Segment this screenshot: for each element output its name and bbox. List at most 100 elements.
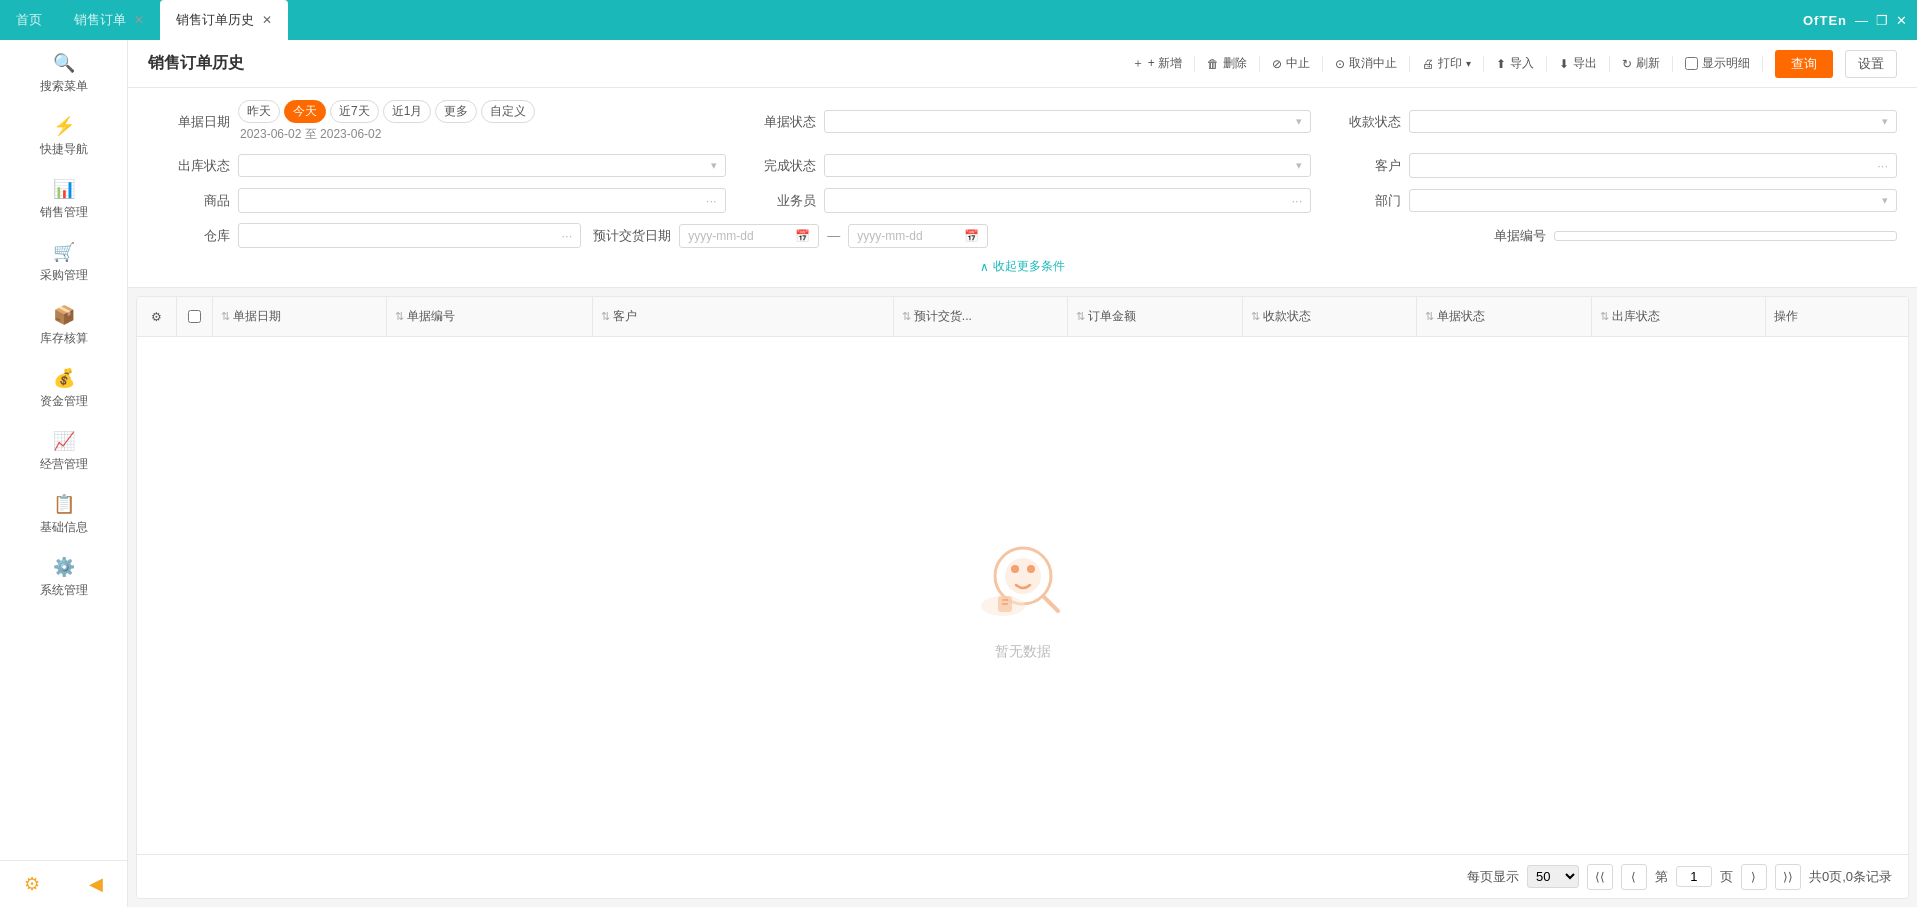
date-today-btn[interactable]: 今天 <box>284 100 326 123</box>
import-button[interactable]: ⬆ 导入 <box>1496 55 1534 72</box>
customer-dots[interactable]: ··· <box>1877 158 1888 173</box>
calendar-from-icon[interactable]: 📅 <box>795 229 810 243</box>
date-yesterday-btn[interactable]: 昨天 <box>238 100 280 123</box>
page-first-btn[interactable]: ⟨⟨ <box>1587 864 1613 890</box>
delete-button[interactable]: 🗑 删除 <box>1207 55 1247 72</box>
dept-filter-cell: 部门 ▾ <box>1319 188 1897 213</box>
goods-dots[interactable]: ··· <box>706 193 717 208</box>
salesperson-input[interactable]: ··· <box>824 188 1312 213</box>
sidebar-item-quick-nav[interactable]: ⚡ 快捷导航 <box>0 103 127 166</box>
tab-sales-order[interactable]: 销售订单 ✕ <box>58 0 160 40</box>
cancel-stop-label: 取消中止 <box>1349 55 1397 72</box>
sidebar-item-inventory[interactable]: 📦 库存核算 <box>0 292 127 355</box>
th-order[interactable]: ⇅ 单据状态 <box>1417 297 1591 336</box>
receipt-status-label: 收款状态 <box>1319 113 1409 131</box>
date-1month-btn[interactable]: 近1月 <box>383 100 432 123</box>
quick-nav-icon: ⚡ <box>53 115 75 137</box>
print-label: 打印 <box>1438 55 1462 72</box>
svg-point-3 <box>1011 565 1019 573</box>
customer-input[interactable]: ··· <box>1409 153 1897 178</box>
salesperson-dots[interactable]: ··· <box>1291 193 1302 208</box>
warehouse-dots[interactable]: ··· <box>561 228 572 243</box>
date-more-btn[interactable]: 更多 <box>435 100 477 123</box>
dept-select[interactable]: ▾ <box>1409 189 1897 212</box>
receipt-status-select[interactable]: ▾ <box>1409 110 1897 133</box>
tab-sales-history-label: 销售订单历史 <box>176 11 254 29</box>
sidebar-item-system[interactable]: ⚙️ 系统管理 <box>0 544 127 607</box>
close-btn[interactable]: ✕ <box>1896 13 1907 28</box>
th-receipt[interactable]: ⇅ 收款状态 <box>1243 297 1417 336</box>
date-7days-btn[interactable]: 近7天 <box>330 100 379 123</box>
goods-input[interactable]: ··· <box>238 188 726 213</box>
query-button[interactable]: 查询 <box>1775 50 1833 78</box>
print-button[interactable]: 🖨 打印 ▾ <box>1422 55 1471 72</box>
calendar-to-icon[interactable]: 📅 <box>964 229 979 243</box>
th-amount[interactable]: ⇅ 订单金额 <box>1068 297 1242 336</box>
page-number-input[interactable] <box>1676 866 1712 887</box>
th-checkbox[interactable] <box>177 297 213 336</box>
tab-home-label: 首页 <box>16 11 42 29</box>
display-checkbox[interactable] <box>1685 57 1698 70</box>
stop-button[interactable]: ⊘ 中止 <box>1272 55 1310 72</box>
minimize-btn[interactable]: — <box>1855 13 1868 28</box>
bill-status-select[interactable]: ▾ <box>824 110 1312 133</box>
th-op-label: 操作 <box>1774 308 1798 325</box>
sidebar-item-finance[interactable]: 💰 资金管理 <box>0 355 127 418</box>
page-next-btn[interactable]: ⟩ <box>1741 864 1767 890</box>
page-total-label: 共0页,0条记录 <box>1809 868 1892 886</box>
tab-sales-history[interactable]: 销售订单历史 ✕ <box>160 0 288 40</box>
th-outbound[interactable]: ⇅ 出库状态 <box>1592 297 1766 336</box>
delivery-to-text: yyyy-mm-dd <box>857 229 922 243</box>
sidebar-item-basic-info-label: 基础信息 <box>40 519 88 536</box>
refresh-button[interactable]: ↻ 刷新 <box>1622 55 1660 72</box>
empty-text: 暂无数据 <box>995 643 1051 661</box>
th-amount-label: 订单金额 <box>1088 308 1136 325</box>
add-button[interactable]: ＋ + 新增 <box>1132 55 1182 72</box>
main-layout: 🔍 搜索菜单 ⚡ 快捷导航 📊 销售管理 🛒 采购管理 📦 库存核算 💰 资金管… <box>0 40 1917 907</box>
warehouse-input[interactable]: ··· <box>238 223 581 248</box>
th-date-label: 单据日期 <box>233 308 281 325</box>
select-all-checkbox[interactable] <box>188 310 201 323</box>
outbound-status-select[interactable]: ▾ <box>238 154 726 177</box>
collapse-row[interactable]: ∧ 收起更多条件 <box>148 254 1897 275</box>
date-custom-btn[interactable]: 自定义 <box>481 100 535 123</box>
sidebar-item-operations[interactable]: 📈 经营管理 <box>0 418 127 481</box>
setting-button[interactable]: 设置 <box>1845 50 1897 78</box>
toolbar-divider-5 <box>1483 56 1484 72</box>
export-button[interactable]: ⬇ 导出 <box>1559 55 1597 72</box>
sidebar-item-basic-info[interactable]: 📋 基础信息 <box>0 481 127 544</box>
sidebar-item-sales[interactable]: 📊 销售管理 <box>0 166 127 229</box>
restore-btn[interactable]: ❐ <box>1876 13 1888 28</box>
page-last-btn[interactable]: ⟩⟩ <box>1775 864 1801 890</box>
tab-home[interactable]: 首页 <box>0 0 58 40</box>
sidebar: 🔍 搜索菜单 ⚡ 快捷导航 📊 销售管理 🛒 采购管理 📦 库存核算 💰 资金管… <box>0 40 128 907</box>
dept-label: 部门 <box>1319 192 1409 210</box>
page-prev-btn[interactable]: ⟨ <box>1621 864 1647 890</box>
th-settings[interactable]: ⚙ <box>137 297 177 336</box>
empty-state: 暂无数据 <box>137 337 1908 854</box>
brand-text: OfTEn <box>1803 13 1847 28</box>
completion-status-select[interactable]: ▾ <box>824 154 1312 177</box>
cancel-stop-button[interactable]: ⊙ 取消中止 <box>1335 55 1397 72</box>
sidebar-settings-btn[interactable]: ⚙ <box>24 873 40 895</box>
tab-sales-history-close[interactable]: ✕ <box>262 13 272 27</box>
th-no[interactable]: ⇅ 单据编号 <box>387 297 593 336</box>
sidebar-collapse-btn[interactable]: ◀ <box>89 873 103 895</box>
delivery-date-label: 预计交货日期 <box>589 227 679 245</box>
date-filter-label: 单据日期 <box>148 113 238 131</box>
sidebar-item-purchase[interactable]: 🛒 采购管理 <box>0 229 127 292</box>
customer-filter-cell: 客户 ··· <box>1319 153 1897 178</box>
th-date[interactable]: ⇅ 单据日期 <box>213 297 387 336</box>
add-icon: ＋ <box>1132 55 1144 72</box>
delivery-date-from[interactable]: yyyy-mm-dd 📅 <box>679 224 819 248</box>
sidebar-item-quick-nav-label: 快捷导航 <box>40 141 88 158</box>
tab-sales-order-close[interactable]: ✕ <box>134 13 144 27</box>
th-delivery[interactable]: ⇅ 预计交货... <box>894 297 1068 336</box>
delivery-from-text: yyyy-mm-dd <box>688 229 753 243</box>
delivery-date-to[interactable]: yyyy-mm-dd 📅 <box>848 224 988 248</box>
bill-no-input[interactable] <box>1554 231 1897 241</box>
system-icon: ⚙️ <box>53 556 75 578</box>
sidebar-item-search[interactable]: 🔍 搜索菜单 <box>0 40 127 103</box>
page-size-select[interactable]: 20 50 100 <box>1527 865 1579 888</box>
th-customer[interactable]: ⇅ 客户 <box>593 297 893 336</box>
